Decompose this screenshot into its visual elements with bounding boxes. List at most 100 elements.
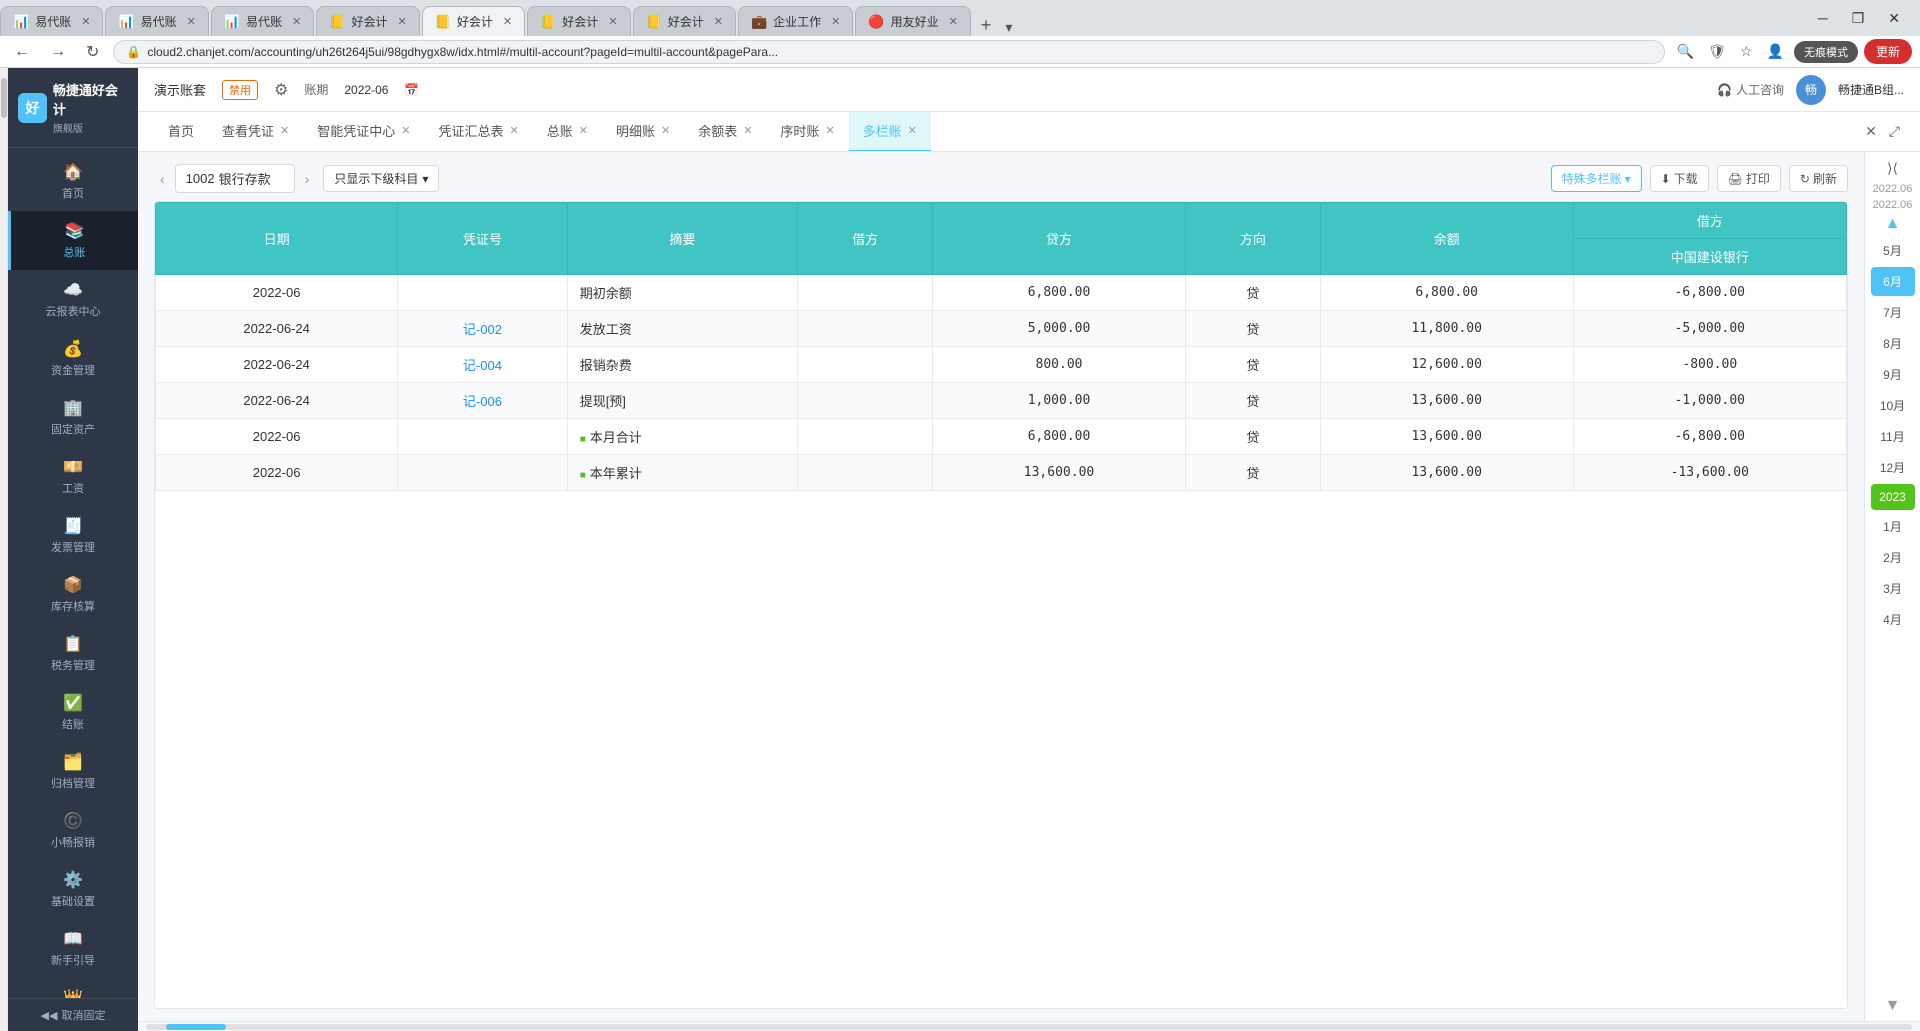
download-button[interactable]: ⬇ 下载 <box>1650 165 1709 192</box>
close-panel-button[interactable]: ✕ <box>1861 121 1881 142</box>
subject-filter-dropdown[interactable]: 只显示下级科目 ▾ <box>323 165 439 192</box>
url-bar[interactable]: 🔒 cloud2.chanjet.com/accounting/uh26t264… <box>113 40 1664 64</box>
sidebar-item-库存核算[interactable]: 📦库存核算 <box>8 565 138 624</box>
calendar-icon[interactable]: 📅 <box>404 83 419 97</box>
month-item-7月[interactable]: 7月 <box>1871 298 1915 327</box>
account-display[interactable]: 1002 银行存款 <box>175 164 295 193</box>
expand-panel-button[interactable]: ⟨ <box>1893 160 1898 177</box>
page-tab-查看凭证[interactable]: 查看凭证✕ <box>208 112 303 152</box>
sidebar-item-新手引导[interactable]: 📖新手引导 <box>8 919 138 978</box>
special-col-button[interactable]: 特殊多栏账 ▾ <box>1551 165 1642 192</box>
page-tab-明细账[interactable]: 明细账✕ <box>602 112 684 152</box>
scroll-up-button[interactable]: ▲ <box>1883 213 1903 235</box>
horizontal-scrollbar[interactable] <box>146 1024 1912 1030</box>
search-button[interactable]: 🔍 <box>1673 41 1698 62</box>
month-item-10月[interactable]: 10月 <box>1871 391 1915 420</box>
user-name[interactable]: 畅捷通B组... <box>1838 81 1904 98</box>
page-tab-close-icon[interactable]: ✕ <box>401 124 410 137</box>
update-button[interactable]: 更新 <box>1864 39 1912 64</box>
tab-close-icon[interactable]: ✕ <box>503 15 512 28</box>
browser-tab[interactable]: 🔴用友好业✕ <box>855 6 970 36</box>
browser-tab[interactable]: 📊易代账✕ <box>105 6 208 36</box>
page-tab-close-icon[interactable]: ✕ <box>579 124 588 137</box>
forward-button[interactable]: → <box>44 41 72 63</box>
minimize-button[interactable]: ─ <box>1806 6 1840 30</box>
help-button[interactable]: 🎧 人工咨询 <box>1717 81 1784 98</box>
sidebar-item-基础设置[interactable]: ⚙️基础设置 <box>8 860 138 919</box>
voucher-link[interactable]: 记-004 <box>463 358 502 373</box>
next-account-button[interactable]: › <box>299 169 316 189</box>
prev-account-button[interactable]: ‹ <box>154 169 171 189</box>
page-tab-多栏账[interactable]: 多栏账✕ <box>849 112 931 152</box>
tab-close-icon[interactable]: ✕ <box>831 15 840 28</box>
fullscreen-button[interactable]: ⤢ <box>1885 121 1904 142</box>
page-tab-close-icon[interactable]: ✕ <box>743 124 752 137</box>
tab-close-icon[interactable]: ✕ <box>397 15 406 28</box>
browser-tab[interactable]: 📒好会计✕ <box>316 6 419 36</box>
sidebar-item-总账[interactable]: 📚总账 <box>8 211 138 270</box>
month-item-2023-1月[interactable]: 1月 <box>1871 512 1915 541</box>
user-avatar[interactable]: 畅 <box>1796 75 1826 105</box>
maximize-button[interactable]: ❐ <box>1840 6 1877 31</box>
voucher-link[interactable]: 记-006 <box>463 394 502 409</box>
month-item-9月[interactable]: 9月 <box>1871 360 1915 389</box>
sidebar-item-资金管理[interactable]: 💰资金管理 <box>8 329 138 388</box>
browser-tab[interactable]: 📊易代账✕ <box>211 6 314 36</box>
page-tab-凭证汇总表[interactable]: 凭证汇总表✕ <box>424 112 532 152</box>
sidebar-item-畅会员[interactable]: 👑畅会员 <box>8 978 138 998</box>
shield-button[interactable]: 🛡 <box>1704 41 1730 62</box>
tab-close-icon[interactable]: ✕ <box>292 15 301 28</box>
page-tab-序时账[interactable]: 序时账✕ <box>766 112 848 152</box>
sidebar-item-发票管理[interactable]: 🧾发票管理 <box>8 506 138 565</box>
close-button[interactable]: ✕ <box>1876 6 1912 31</box>
voucher-link[interactable]: 记-002 <box>463 322 502 337</box>
sidebar-footer[interactable]: ◀◀ 取消固定 <box>8 998 138 1031</box>
page-tab-余额表[interactable]: 余额表✕ <box>684 112 766 152</box>
tab-close-icon[interactable]: ✕ <box>81 15 90 28</box>
month-item-5月[interactable]: 5月 <box>1871 236 1915 265</box>
sidebar-item-工资[interactable]: 💴工资 <box>8 447 138 506</box>
browser-tab[interactable]: 💼企业工作✕ <box>738 6 853 36</box>
print-button[interactable]: 🖨 打印 <box>1717 165 1781 192</box>
browser-tab[interactable]: 📊易代账✕ <box>0 6 103 36</box>
sidebar-item-云报表中心[interactable]: ☁️云报表中心 <box>8 270 138 329</box>
page-tab-总账[interactable]: 总账✕ <box>533 112 602 152</box>
tab-overflow-button[interactable]: ▾ <box>999 19 1018 36</box>
tab-close-icon[interactable]: ✕ <box>187 15 196 28</box>
sidebar-item-首页[interactable]: 🏠首页 <box>8 152 138 211</box>
star-button[interactable]: ☆ <box>1736 41 1757 62</box>
page-tab-close-icon[interactable]: ✕ <box>280 124 289 137</box>
page-tab-close-icon[interactable]: ✕ <box>825 124 834 137</box>
back-button[interactable]: ← <box>8 41 36 63</box>
settings-button[interactable]: ⚙ <box>274 80 288 100</box>
tab-close-icon[interactable]: ✕ <box>608 15 617 28</box>
sidebar-item-归档管理[interactable]: 🗂️归档管理 <box>8 742 138 801</box>
month-item-8月[interactable]: 8月 <box>1871 329 1915 358</box>
month-item-12月[interactable]: 12月 <box>1871 453 1915 482</box>
profile-button[interactable]: 👤 <box>1763 41 1788 62</box>
month-item-2023-2月[interactable]: 2月 <box>1871 543 1915 572</box>
month-item-2023-4月[interactable]: 4月 <box>1871 605 1915 634</box>
browser-tab[interactable]: 📒好会计✕ <box>422 6 525 36</box>
browser-tab[interactable]: 📒好会计✕ <box>633 6 736 36</box>
tab-close-icon[interactable]: ✕ <box>949 15 958 28</box>
sidebar-item-税务管理[interactable]: 📋税务管理 <box>8 624 138 683</box>
page-tab-close-icon[interactable]: ✕ <box>510 124 519 137</box>
sidebar-item-固定资产[interactable]: 🏢固定资产 <box>8 388 138 447</box>
tab-close-icon[interactable]: ✕ <box>714 15 723 28</box>
month-item-11月[interactable]: 11月 <box>1871 422 1915 451</box>
reload-button[interactable]: ↻ <box>80 40 105 64</box>
bottom-scrollbar[interactable] <box>138 1021 1920 1031</box>
incognito-button[interactable]: 无痕模式 <box>1794 41 1858 63</box>
sidebar-item-小畅报销[interactable]: ©️小畅报销 <box>8 801 138 860</box>
sidebar-item-结账[interactable]: ✅结账 <box>8 683 138 742</box>
left-scrollbar[interactable] <box>0 68 8 1031</box>
new-tab-button[interactable]: + <box>973 15 1000 36</box>
refresh-button[interactable]: ↻ 刷新 <box>1789 165 1848 192</box>
page-tab-close-icon[interactable]: ✕ <box>908 124 917 137</box>
month-item-6月[interactable]: 6月 <box>1871 267 1915 296</box>
month-item-2023-3月[interactable]: 3月 <box>1871 574 1915 603</box>
browser-tab[interactable]: 📒好会计✕ <box>527 6 630 36</box>
page-tab-首页[interactable]: 首页 <box>154 112 208 152</box>
page-tab-close-icon[interactable]: ✕ <box>661 124 670 137</box>
